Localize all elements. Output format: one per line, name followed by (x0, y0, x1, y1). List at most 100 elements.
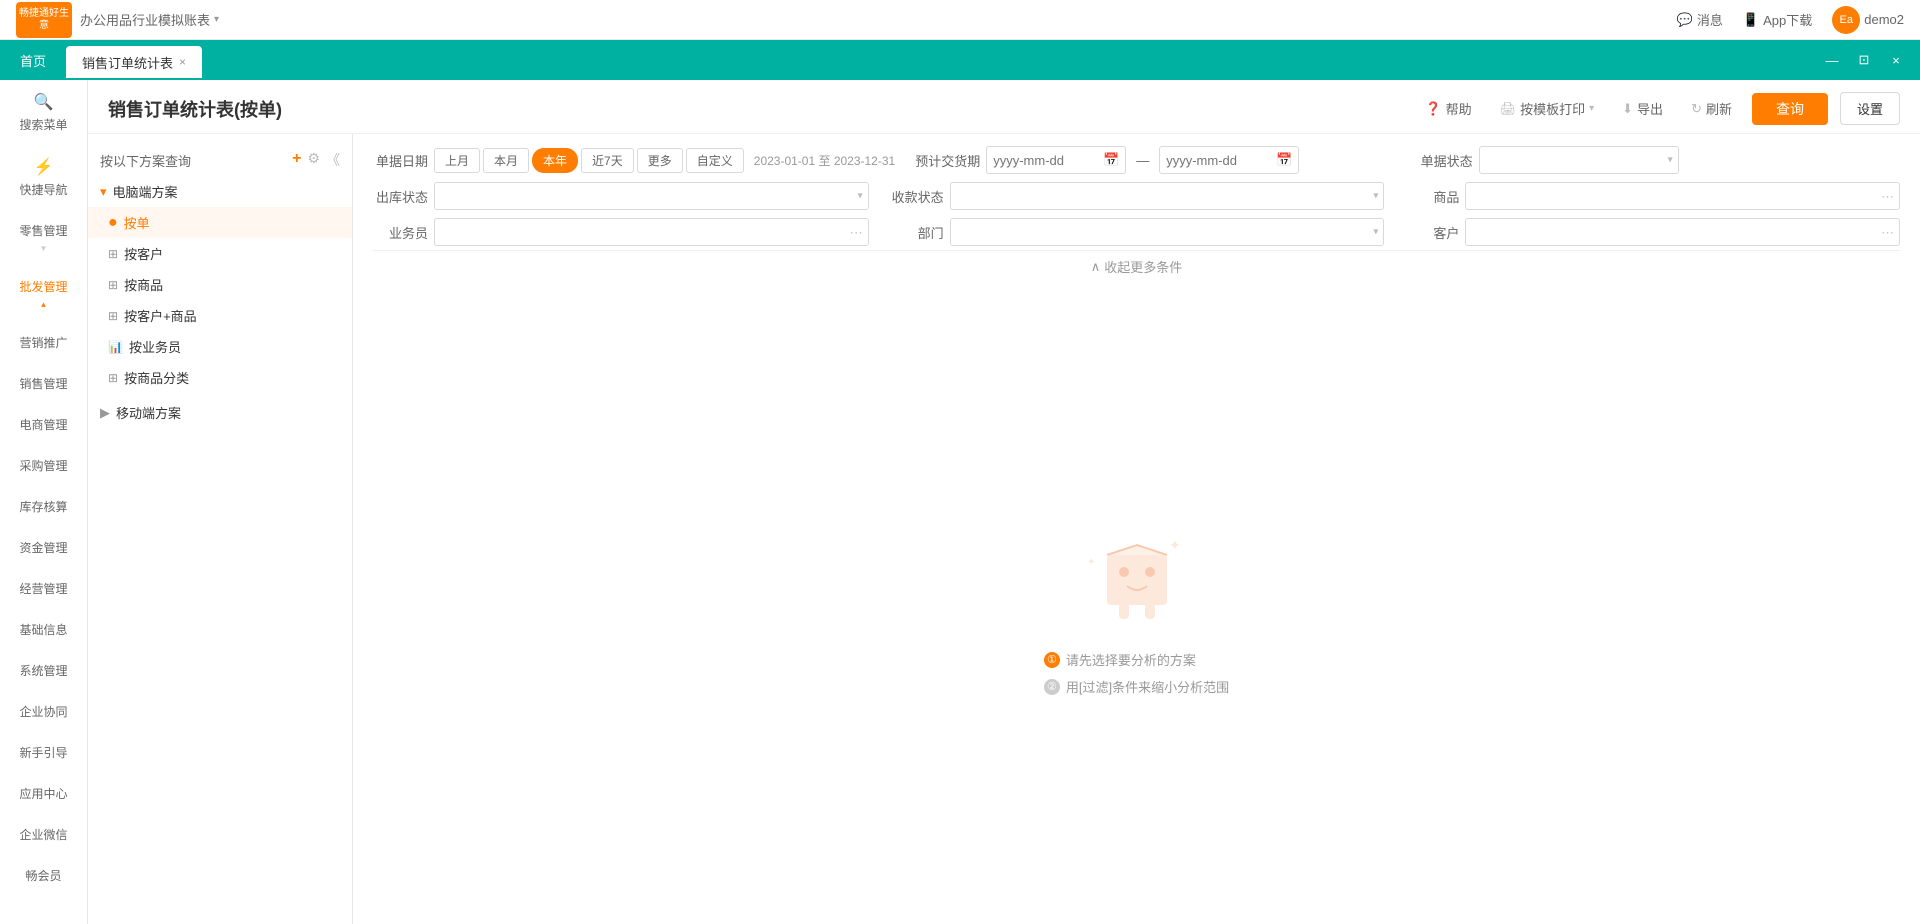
date-btn-custom[interactable]: 自定义 (686, 148, 744, 173)
tab-controls: — ⊡ × (1820, 48, 1920, 72)
tab-restore-btn[interactable]: ⊡ (1852, 48, 1876, 72)
tree-group-mobile[interactable]: ▶ 移动端方案 (88, 397, 352, 428)
empty-tip-2: ② 用[过滤]条件来缩小分析范围 (1044, 677, 1229, 696)
app-download-btn[interactable]: 📱 App下载 (1743, 10, 1812, 29)
sidebar-item-member[interactable]: 畅会员 (0, 855, 87, 896)
tree-group-pc[interactable]: ▾ 电脑端方案 (88, 176, 352, 207)
export-btn[interactable]: ⬇ 导出 (1614, 95, 1671, 122)
expected-date-to-cal-icon[interactable]: 📅 (1276, 152, 1292, 168)
app-arrow-icon: ▾ (214, 14, 219, 25)
tip-num-2: ② (1044, 679, 1060, 695)
sidebar-item-basic[interactable]: 基础信息 (0, 609, 87, 650)
product-dots-btn[interactable]: ··· (1881, 189, 1894, 204)
customer-input[interactable] (1465, 218, 1900, 246)
tree-item-by-category[interactable]: ⊞ 按商品分类 (88, 362, 352, 393)
sidebar-item-inventory[interactable]: 库存核算 (0, 486, 87, 527)
help-btn[interactable]: ❓ 帮助 (1417, 95, 1479, 122)
tree-item-by-customer[interactable]: ⊞ 按客户 (88, 238, 352, 269)
tabbar: 首页 销售订单统计表 × — ⊡ × (0, 40, 1920, 80)
tab-close-btn[interactable]: × (179, 55, 186, 69)
sidebar-item-retail[interactable]: 零售管理 ▾ (0, 210, 87, 266)
payment-select[interactable] (950, 182, 1385, 210)
tip-num-1: ① (1044, 652, 1060, 668)
refresh-btn[interactable]: ↻ 刷新 (1683, 95, 1740, 122)
query-btn[interactable]: 查询 (1752, 93, 1828, 125)
status-select[interactable] (1479, 146, 1679, 174)
tree-item-by-customer-product-label: 按客户+商品 (124, 306, 197, 325)
sidebar-item-operation[interactable]: 经营管理 (0, 568, 87, 609)
salesperson-label: 业务员 (373, 223, 428, 242)
app-selector[interactable]: 办公用品行业模拟账表 ▾ (80, 10, 219, 29)
sidebar-item-finance[interactable]: 资金管理 (0, 527, 87, 568)
tree-item-by-salesperson[interactable]: 📊 按业务员 (88, 331, 352, 362)
date-btn-last-7-days[interactable]: 近7天 (581, 148, 634, 173)
tree-item-by-category-label: 按商品分类 (124, 368, 189, 387)
tab-home[interactable]: 首页 (0, 40, 66, 80)
sidebar-item-app-center[interactable]: 应用中心 (0, 773, 87, 814)
delivery-label: 出库状态 (373, 187, 428, 206)
product-input[interactable] (1465, 182, 1900, 210)
tree-item-by-order-icon: ● (108, 214, 118, 232)
topbar-right: 💬 消息 📱 App下载 Ea demo2 (1677, 6, 1904, 34)
customer-dots-btn[interactable]: ··· (1881, 225, 1894, 240)
collapse-btn[interactable]: ∧ 收起更多条件 (373, 250, 1900, 282)
tree-item-by-order[interactable]: ● 按单 (88, 207, 352, 238)
user-profile[interactable]: Ea demo2 (1832, 6, 1904, 34)
sidebar-item-ecommerce[interactable]: 电商管理 (0, 404, 87, 445)
salesperson-input[interactable] (434, 218, 869, 246)
tab-active[interactable]: 销售订单统计表 × (66, 46, 202, 78)
empty-tips: ① 请先选择要分析的方案 ② 用[过滤]条件来缩小分析范围 (1044, 650, 1229, 696)
print-icon: 🖨 (1500, 101, 1517, 117)
sidebar-item-finance-label: 资金管理 (19, 539, 67, 556)
retail-arrow-icon: ▾ (41, 243, 46, 254)
sidebar-item-system[interactable]: 系统管理 (0, 650, 87, 691)
sidebar-item-sales[interactable]: 销售管理 (0, 363, 87, 404)
svg-text:✦: ✦ (1087, 557, 1095, 568)
sidebar-item-enterprise-wechat[interactable]: 企业微信 (0, 814, 87, 855)
message-btn[interactable]: 💬 消息 (1677, 10, 1723, 29)
sidebar-item-enterprise[interactable]: 企业协同 (0, 691, 87, 732)
tree-item-by-product[interactable]: ⊞ 按商品 (88, 269, 352, 300)
refresh-label: 刷新 (1706, 99, 1732, 118)
tree-item-by-customer-product[interactable]: ⊞ 按客户+商品 (88, 300, 352, 331)
expected-date-from-input[interactable] (993, 153, 1099, 168)
sidebar-item-newbie-label: 新手引导 (19, 744, 67, 761)
sidebar-item-wholesale[interactable]: 批发管理 ▴ (0, 266, 87, 322)
settings-plan-btn[interactable]: ⚙ (307, 150, 320, 170)
add-plan-btn[interactable]: + (292, 150, 301, 170)
customer-control: ··· (1465, 218, 1900, 246)
salesperson-dots-btn[interactable]: ··· (850, 225, 863, 240)
expected-date-from-cal-icon[interactable]: 📅 (1103, 152, 1119, 168)
page-actions: ❓ 帮助 🖨 按模板打印 ▾ ⬇ 导出 ↻ 刷新 查询 设置 (1417, 92, 1900, 125)
tree-group-pc-label: 电脑端方案 (113, 182, 178, 201)
date-btn-last-month[interactable]: 上月 (434, 148, 480, 173)
expected-date-to-input[interactable] (1166, 153, 1272, 168)
topbar-left: 畅捷通好生意 办公用品行业模拟账表 ▾ (16, 2, 219, 38)
logo-text: 畅捷通好生意 (16, 8, 72, 32)
sidebar-item-search-menu[interactable]: 🔍 搜索菜单 (0, 80, 87, 145)
print-arrow-icon: ▾ (1589, 103, 1594, 114)
tab-close-window-btn[interactable]: × (1884, 48, 1908, 72)
message-icon: 💬 (1677, 12, 1693, 28)
date-btn-this-month[interactable]: 本月 (483, 148, 529, 173)
collapse-panel-btn[interactable]: 《 (326, 150, 340, 170)
expected-date-from-wrap: 📅 (986, 146, 1126, 174)
setting-btn[interactable]: 设置 (1840, 92, 1900, 125)
tree-group-mobile-arrow: ▶ (100, 405, 110, 421)
sidebar-item-marketing[interactable]: 营销推广 (0, 322, 87, 363)
delivery-select[interactable] (434, 182, 869, 210)
export-icon: ⬇ (1622, 101, 1633, 117)
empty-tip-1: ① 请先选择要分析的方案 (1044, 650, 1229, 669)
department-select[interactable] (950, 218, 1385, 246)
tab-minimize-btn[interactable]: — (1820, 48, 1844, 72)
sidebar-item-purchase[interactable]: 采购管理 (0, 445, 87, 486)
date-btn-more[interactable]: 更多 (637, 148, 683, 173)
sidebar-item-newbie[interactable]: 新手引导 (0, 732, 87, 773)
filter-item-date: 单据日期 上月 本月 本年 近7天 更多 自定义 2023-01-01 至 20… (373, 148, 895, 173)
sidebar-item-quick-nav[interactable]: ⚡ 快捷导航 (0, 145, 87, 210)
print-btn[interactable]: 🖨 按模板打印 ▾ (1492, 95, 1603, 122)
left-panel-actions: + ⚙ 《 (292, 150, 340, 170)
tab-active-label: 销售订单统计表 (82, 53, 173, 72)
tree-item-by-order-label: 按单 (124, 213, 150, 232)
date-btn-this-year[interactable]: 本年 (532, 148, 578, 173)
